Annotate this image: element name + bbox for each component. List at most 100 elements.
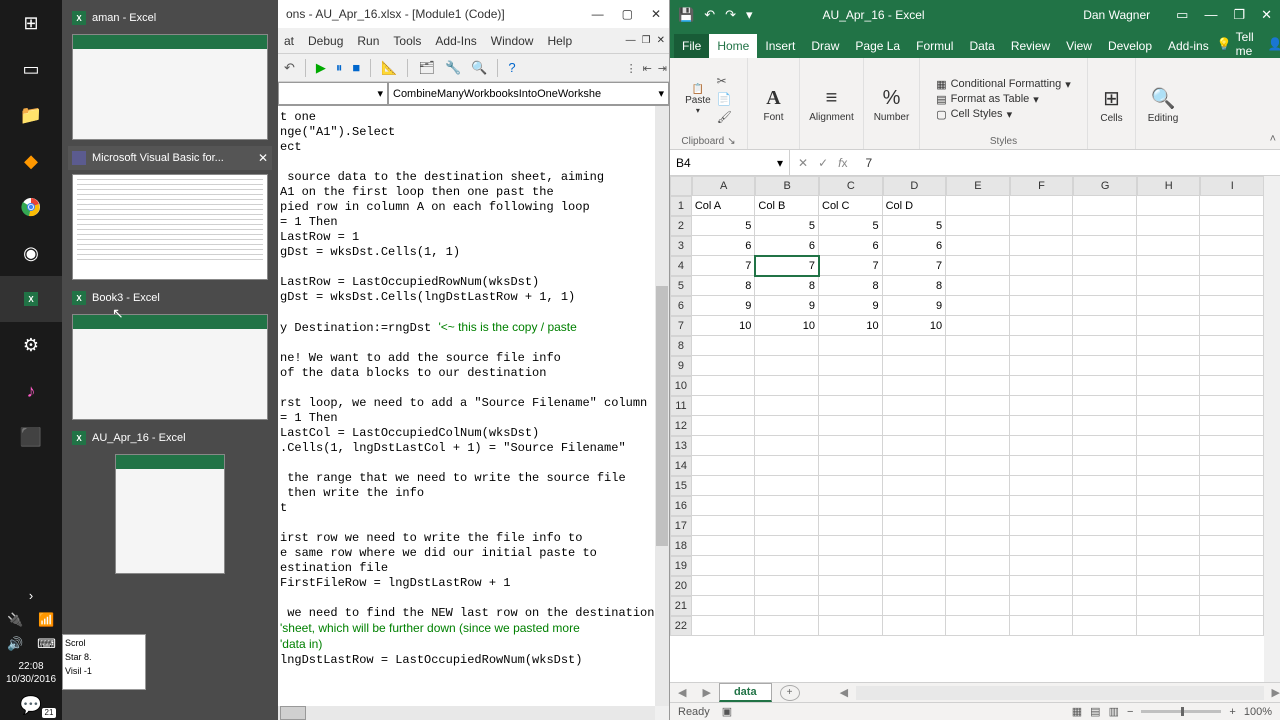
- close-icon[interactable]: ✕: [258, 151, 268, 165]
- cell[interactable]: [946, 556, 1010, 576]
- cell[interactable]: [883, 376, 947, 396]
- cell[interactable]: 7: [819, 256, 883, 276]
- cell[interactable]: [1073, 596, 1137, 616]
- tab-insert[interactable]: Insert: [757, 34, 803, 58]
- cell[interactable]: [1137, 536, 1201, 556]
- row-header[interactable]: 22: [670, 616, 692, 636]
- settings-icon[interactable]: ⚙: [0, 322, 62, 368]
- power-icon[interactable]: 🔌: [0, 608, 31, 632]
- cell[interactable]: [755, 436, 819, 456]
- cell[interactable]: 5: [755, 216, 819, 236]
- row-header[interactable]: 18: [670, 536, 692, 556]
- cell[interactable]: [1010, 496, 1074, 516]
- cell[interactable]: [1200, 536, 1264, 556]
- expand-tray-icon[interactable]: ›: [0, 582, 62, 608]
- app-icon[interactable]: ◉: [0, 230, 62, 276]
- cell[interactable]: [755, 456, 819, 476]
- cell[interactable]: [692, 476, 756, 496]
- cell[interactable]: 9: [883, 296, 947, 316]
- cell[interactable]: [1073, 436, 1137, 456]
- macro-record-icon[interactable]: ▣: [722, 705, 732, 718]
- cell[interactable]: [1010, 376, 1074, 396]
- excel-taskbar-icon[interactable]: X: [0, 276, 62, 322]
- cell[interactable]: [1010, 556, 1074, 576]
- sheet-nav-prev-icon[interactable]: ◀: [670, 686, 694, 699]
- cell[interactable]: [1073, 296, 1137, 316]
- cell[interactable]: [883, 476, 947, 496]
- camtasia-icon[interactable]: ⬛: [0, 414, 62, 460]
- cell[interactable]: [1073, 576, 1137, 596]
- cell[interactable]: [1010, 436, 1074, 456]
- menu-tools[interactable]: Tools: [393, 34, 421, 48]
- cell[interactable]: [1137, 376, 1201, 396]
- vba-properties-box[interactable]: Scrol Star 8. Visil -1: [62, 634, 146, 690]
- cell[interactable]: 7: [755, 256, 819, 276]
- enter-icon[interactable]: ✓: [818, 156, 828, 170]
- paste-button[interactable]: 📋Paste▾: [685, 84, 711, 115]
- vba-vertical-scrollbar[interactable]: [655, 106, 669, 706]
- cell[interactable]: [1137, 236, 1201, 256]
- cell[interactable]: 10: [883, 316, 947, 336]
- cell[interactable]: [755, 616, 819, 636]
- cell[interactable]: [1010, 296, 1074, 316]
- font-button[interactable]: AFont: [763, 87, 783, 123]
- cell[interactable]: [1137, 496, 1201, 516]
- cell[interactable]: [883, 556, 947, 576]
- cell[interactable]: Col B: [755, 196, 819, 216]
- cell[interactable]: 10: [755, 316, 819, 336]
- cell[interactable]: [1137, 476, 1201, 496]
- cell[interactable]: [1010, 396, 1074, 416]
- procedure-dropdown[interactable]: CombineManyWorkbooksIntoOneWorkshe▾: [388, 82, 669, 105]
- cell[interactable]: [1073, 336, 1137, 356]
- file-explorer-icon[interactable]: 📁: [0, 92, 62, 138]
- cell[interactable]: [1137, 216, 1201, 236]
- cell[interactable]: [1200, 336, 1264, 356]
- outdent-icon[interactable]: ⇤: [643, 62, 652, 75]
- undo-icon[interactable]: ↶: [704, 7, 715, 23]
- cell[interactable]: 6: [883, 236, 947, 256]
- cell[interactable]: [819, 536, 883, 556]
- cell[interactable]: [1073, 496, 1137, 516]
- cell[interactable]: [946, 576, 1010, 596]
- cell[interactable]: [883, 516, 947, 536]
- cells-button[interactable]: ⊞Cells: [1100, 86, 1122, 124]
- column-header[interactable]: C: [819, 176, 883, 196]
- mdi-close-icon[interactable]: ✕: [657, 35, 665, 46]
- ribbon-display-icon[interactable]: ▭: [1176, 7, 1188, 23]
- cell[interactable]: [1200, 276, 1264, 296]
- maximize-icon[interactable]: ▢: [622, 7, 633, 21]
- cell[interactable]: [755, 336, 819, 356]
- cell[interactable]: [1137, 556, 1201, 576]
- tab-review[interactable]: Review: [1003, 34, 1058, 58]
- project-explorer-icon[interactable]: 🗂: [418, 60, 435, 76]
- menu-debug[interactable]: Debug: [308, 34, 343, 48]
- vba-titlebar[interactable]: ons - AU_Apr_16.xlsx - [Module1 (Code)] …: [278, 0, 669, 28]
- cell[interactable]: [755, 416, 819, 436]
- tab-file[interactable]: File: [674, 34, 709, 58]
- cell[interactable]: [692, 536, 756, 556]
- column-header[interactable]: I: [1200, 176, 1264, 196]
- redo-icon[interactable]: ↷: [725, 7, 736, 23]
- row-header[interactable]: 4: [670, 256, 692, 276]
- cell[interactable]: [946, 616, 1010, 636]
- pause-icon[interactable]: ⏸: [336, 60, 343, 76]
- row-header[interactable]: 11: [670, 396, 692, 416]
- cell[interactable]: [755, 496, 819, 516]
- column-header[interactable]: H: [1137, 176, 1201, 196]
- cell[interactable]: [1010, 516, 1074, 536]
- format-painter-icon[interactable]: 🖌: [717, 110, 732, 124]
- task-view-icon[interactable]: ▭: [0, 46, 62, 92]
- cell[interactable]: [692, 516, 756, 536]
- cell[interactable]: [1073, 616, 1137, 636]
- cell[interactable]: 6: [755, 236, 819, 256]
- cell[interactable]: [883, 416, 947, 436]
- tab-view[interactable]: View: [1058, 34, 1100, 58]
- cell[interactable]: [1073, 536, 1137, 556]
- cell[interactable]: 8: [692, 276, 756, 296]
- cell[interactable]: [692, 496, 756, 516]
- cell[interactable]: [1137, 276, 1201, 296]
- sublime-icon[interactable]: ◆: [0, 138, 62, 184]
- cell[interactable]: [1200, 236, 1264, 256]
- save-icon[interactable]: 💾: [678, 7, 694, 23]
- cell[interactable]: [946, 476, 1010, 496]
